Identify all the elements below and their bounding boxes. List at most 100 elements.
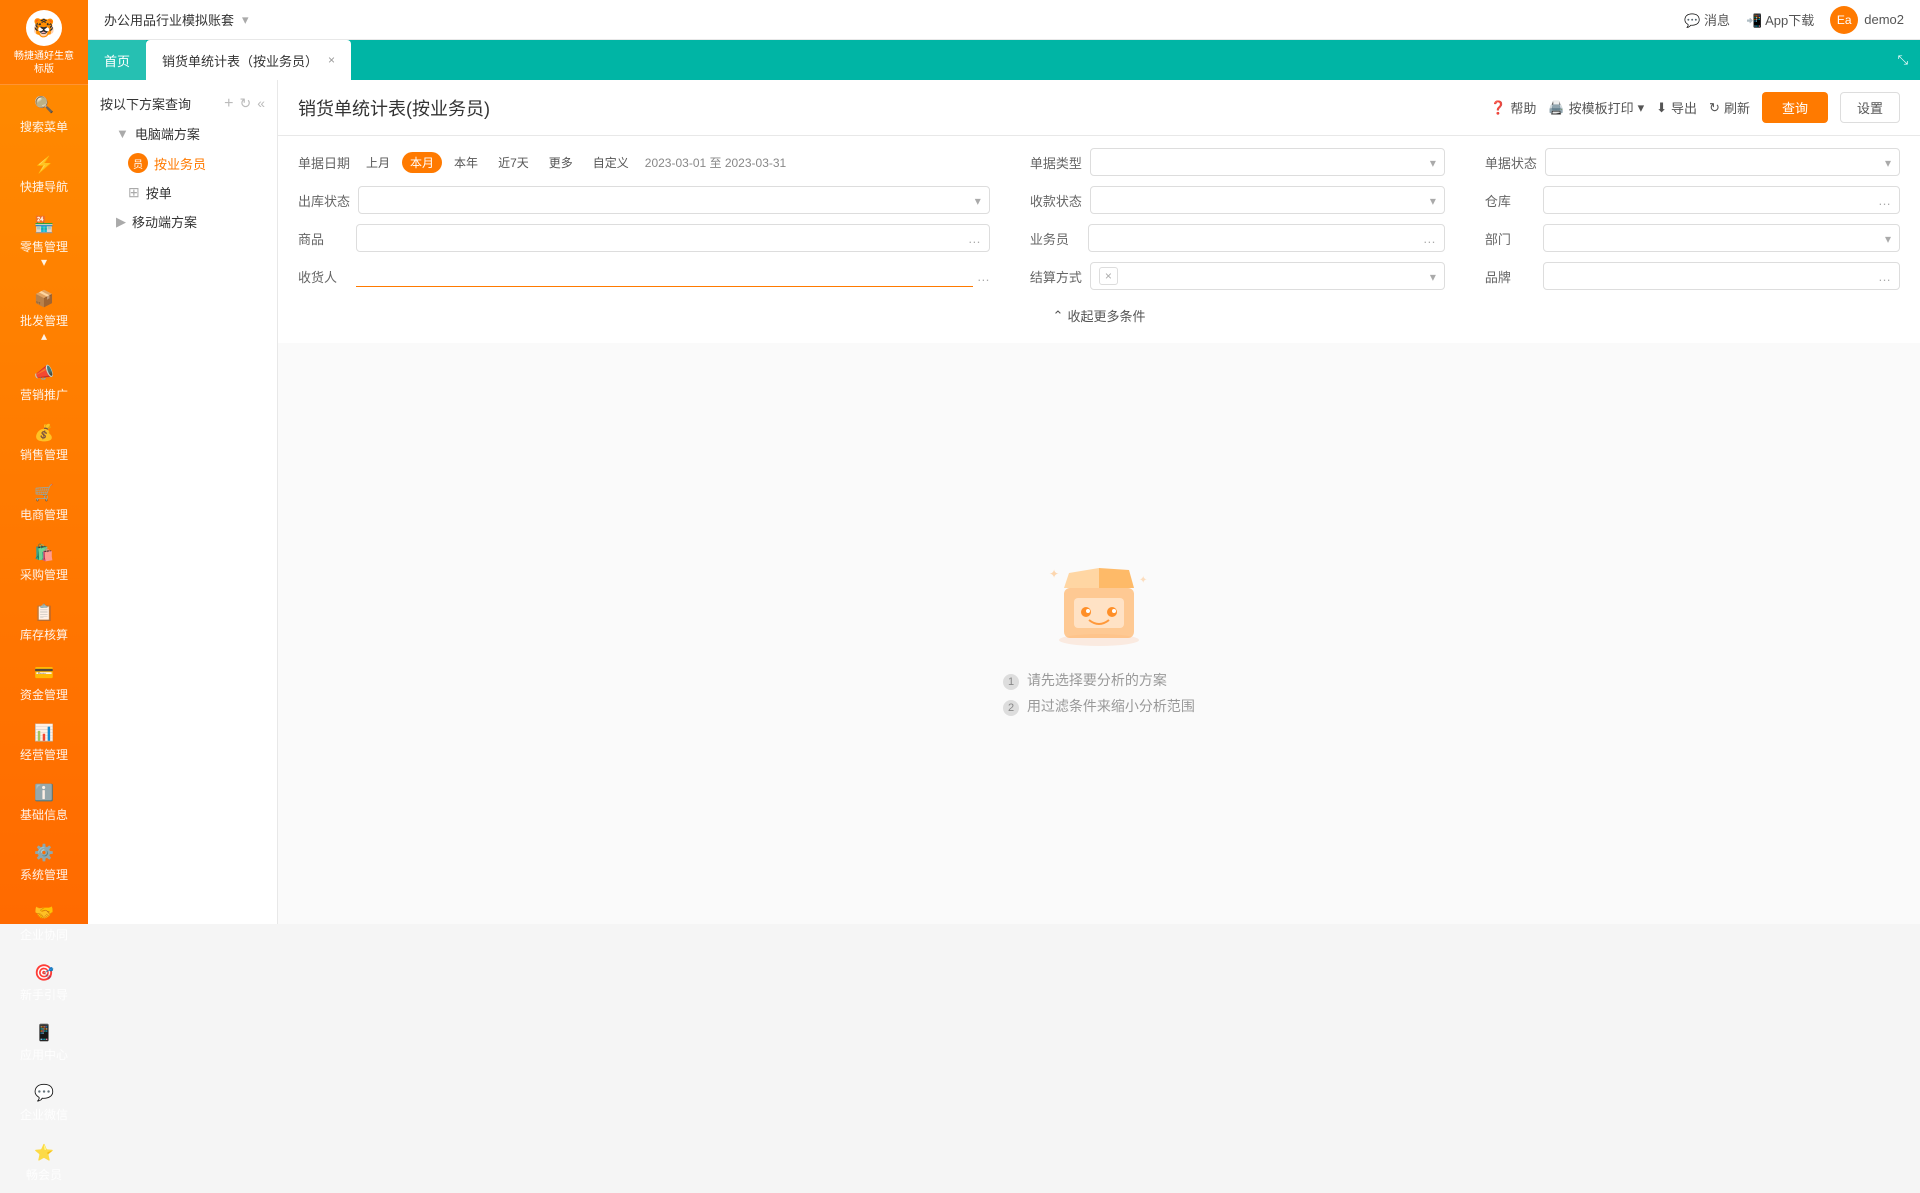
- collapse-label: 收起更多条件: [1067, 306, 1145, 325]
- goods-ellipsis: …: [968, 231, 981, 246]
- salesman-input[interactable]: …: [1088, 224, 1445, 252]
- brand-input[interactable]: …: [1543, 262, 1900, 290]
- goods-input[interactable]: …: [356, 224, 990, 252]
- sidebar-item-corpwechat[interactable]: 💬 企业微信: [0, 1073, 88, 1133]
- filter-cell-settlement: 结算方式 ×: [1030, 262, 1445, 290]
- out-status-dropdown[interactable]: [358, 186, 990, 214]
- sidebar-item-basics-label: 基础信息: [20, 806, 68, 823]
- settlement-dropdown[interactable]: ×: [1090, 262, 1445, 290]
- sidebar-item-newuser[interactable]: 🎯 新手引导: [0, 953, 88, 1013]
- date-tabs: 上月 本月 本年 近7天 更多 自定义: [358, 152, 637, 173]
- page-header: 销货单统计表(按业务员) ❓ 帮助 🖨️ 按模板打印 ▾ ⬇: [278, 80, 1920, 136]
- operations-nav-icon: 📊: [34, 723, 54, 743]
- newuser-nav-icon: 🎯: [34, 963, 54, 983]
- refresh-scheme-btn[interactable]: ↻: [239, 95, 251, 113]
- query-btn[interactable]: 查询: [1762, 92, 1828, 123]
- sidebar-item-ecommerce[interactable]: 🛒 电商管理: [0, 473, 88, 533]
- recipient-ellipsis-btn[interactable]: …: [977, 269, 990, 284]
- tab-close-btn[interactable]: ×: [328, 53, 335, 67]
- empty-text: 1 请先选择要分析的方案 2 用过滤条件来缩小分析范围: [1003, 668, 1195, 718]
- topbar: 办公用品行业模拟账套 ▾ 💬 消息 📲 App下载 Ea demo2: [88, 0, 1920, 40]
- sidebar-item-shortcut-label: 快捷导航: [20, 178, 68, 195]
- tree-section-mobile[interactable]: ▶ 移动端方案: [88, 207, 277, 236]
- date-tab-custom[interactable]: 自定义: [585, 152, 637, 173]
- page-title-row: 销货单统计表(按业务员) ❓ 帮助 🖨️ 按模板打印 ▾ ⬇: [298, 92, 1900, 123]
- settings-btn[interactable]: 设置: [1840, 92, 1900, 123]
- app-download-btn[interactable]: 📲 App下载: [1746, 10, 1814, 29]
- collapse-btn[interactable]: ⌃ 收起更多条件: [1033, 300, 1166, 331]
- date-tab-7days[interactable]: 近7天: [490, 152, 537, 173]
- sidebar-item-marketing[interactable]: 📣 营销推广: [0, 353, 88, 413]
- department-chevron: [1885, 231, 1891, 246]
- filter-row-2: 出库状态 收款状态: [298, 186, 1900, 214]
- payment-status-dropdown[interactable]: [1090, 186, 1445, 214]
- salesman-ellipsis: …: [1423, 231, 1436, 246]
- order-type-dropdown[interactable]: [1090, 148, 1445, 176]
- sidebar-item-corpwechat-label: 企业微信: [20, 1106, 68, 1123]
- date-filter: 上月 本月 本年 近7天 更多 自定义 2023-03-01 至 2023-03…: [358, 152, 990, 173]
- sidebar-item-finance[interactable]: 💳 资金管理: [0, 653, 88, 713]
- help-icon: ❓: [1490, 100, 1506, 116]
- date-tab-this-month[interactable]: 本月: [402, 152, 442, 173]
- payment-status-label: 收款状态: [1030, 191, 1082, 210]
- page-title: 销货单统计表(按业务员): [298, 95, 490, 121]
- sidebar-item-shortcut[interactable]: ⚡ 快捷导航: [0, 145, 88, 205]
- system-nav-icon: ⚙️: [34, 843, 54, 863]
- date-tab-this-year[interactable]: 本年: [446, 152, 486, 173]
- sidebar-item-retail[interactable]: 🏪 零售管理 ▾: [0, 205, 88, 279]
- sidebar-item-membership[interactable]: ⭐ 畅会员: [0, 1133, 88, 1193]
- sidebar-item-enterprise[interactable]: 🤝 企业协同: [0, 893, 88, 953]
- message-btn[interactable]: 💬 消息: [1684, 10, 1730, 29]
- help-btn[interactable]: ❓ 帮助: [1490, 98, 1536, 117]
- sidebar-item-purchase[interactable]: 🛍️ 采购管理: [0, 533, 88, 593]
- tab-home[interactable]: 首页: [88, 40, 146, 80]
- tree-section-pc[interactable]: ▼ 电脑端方案: [88, 119, 277, 148]
- tab-sales-stat[interactable]: 销货单统计表（按业务员） ×: [146, 40, 351, 80]
- empty-svg: ✦ ✦: [1039, 548, 1159, 648]
- collapse-panel-btn[interactable]: «: [257, 95, 265, 113]
- order-type-chevron: [1430, 155, 1436, 170]
- sidebar-item-search[interactable]: 🔍 搜索菜单: [0, 85, 88, 145]
- order-status-dropdown[interactable]: [1545, 148, 1900, 176]
- sidebar-item-search-label: 搜索菜单: [20, 118, 68, 135]
- company-selector-icon[interactable]: ▾: [242, 12, 249, 28]
- user-area[interactable]: Ea demo2: [1830, 6, 1904, 34]
- corpwechat-nav-icon: 💬: [34, 1083, 54, 1103]
- date-tab-more[interactable]: 更多: [541, 152, 581, 173]
- print-btn[interactable]: 🖨️ 按模板打印 ▾: [1548, 98, 1644, 117]
- tree-item-by-order[interactable]: ⊞ 按单: [88, 178, 277, 207]
- filter-cell-goods: 商品 …: [298, 224, 990, 252]
- sidebar-item-sales[interactable]: 💰 销售管理: [0, 413, 88, 473]
- settlement-tag-x[interactable]: ×: [1099, 267, 1118, 285]
- tree-item-by-salesman[interactable]: 员 按业务员: [88, 148, 277, 178]
- sidebar-item-wholesale[interactable]: 📦 批发管理 ▴: [0, 279, 88, 353]
- brand-ellipsis: …: [1878, 269, 1891, 284]
- department-dropdown[interactable]: [1543, 224, 1900, 252]
- mobile-section-label: 移动端方案: [132, 212, 197, 231]
- settlement-tag: ×: [1099, 267, 1118, 285]
- empty-hint-1: 1 请先选择要分析的方案: [1003, 668, 1195, 693]
- sidebar-item-system[interactable]: ⚙️ 系统管理: [0, 833, 88, 893]
- pc-section-label: 电脑端方案: [135, 124, 200, 143]
- sidebar-item-basics[interactable]: ℹ️ 基础信息: [0, 773, 88, 833]
- sidebar: 🐯 畅捷通好生意标版 🔍 搜索菜单 ⚡ 快捷导航 🏪 零售管理 ▾ 📦 批发管理…: [0, 0, 88, 924]
- sidebar-item-inventory[interactable]: 📋 库存核算: [0, 593, 88, 653]
- panel-header-label: 按以下方案查询: [100, 94, 191, 113]
- by-salesman-label: 按业务员: [154, 154, 206, 173]
- add-scheme-btn[interactable]: +: [224, 95, 233, 113]
- warehouse-input[interactable]: …: [1543, 186, 1900, 214]
- filter-cell-warehouse: 仓库 …: [1485, 186, 1900, 214]
- refresh-icon: ↻: [1709, 100, 1720, 116]
- export-btn[interactable]: ⬇ 导出: [1656, 98, 1697, 117]
- sidebar-item-operations[interactable]: 📊 经营管理: [0, 713, 88, 773]
- filter-cell-department: 部门: [1485, 224, 1900, 252]
- sidebar-item-appcenter[interactable]: 📱 应用中心: [0, 1013, 88, 1073]
- tab-expand-btn[interactable]: ⤡: [1886, 40, 1920, 80]
- tab-home-label: 首页: [104, 51, 130, 70]
- filter-cell-recipient: 收货人 …: [298, 265, 990, 287]
- logo-area: 🐯 畅捷通好生意标版: [0, 0, 88, 85]
- panel-header-actions: + ↻ «: [224, 95, 265, 113]
- refresh-btn[interactable]: ↻ 刷新: [1709, 98, 1750, 117]
- date-tab-last-month[interactable]: 上月: [358, 152, 398, 173]
- recipient-input[interactable]: [356, 265, 973, 287]
